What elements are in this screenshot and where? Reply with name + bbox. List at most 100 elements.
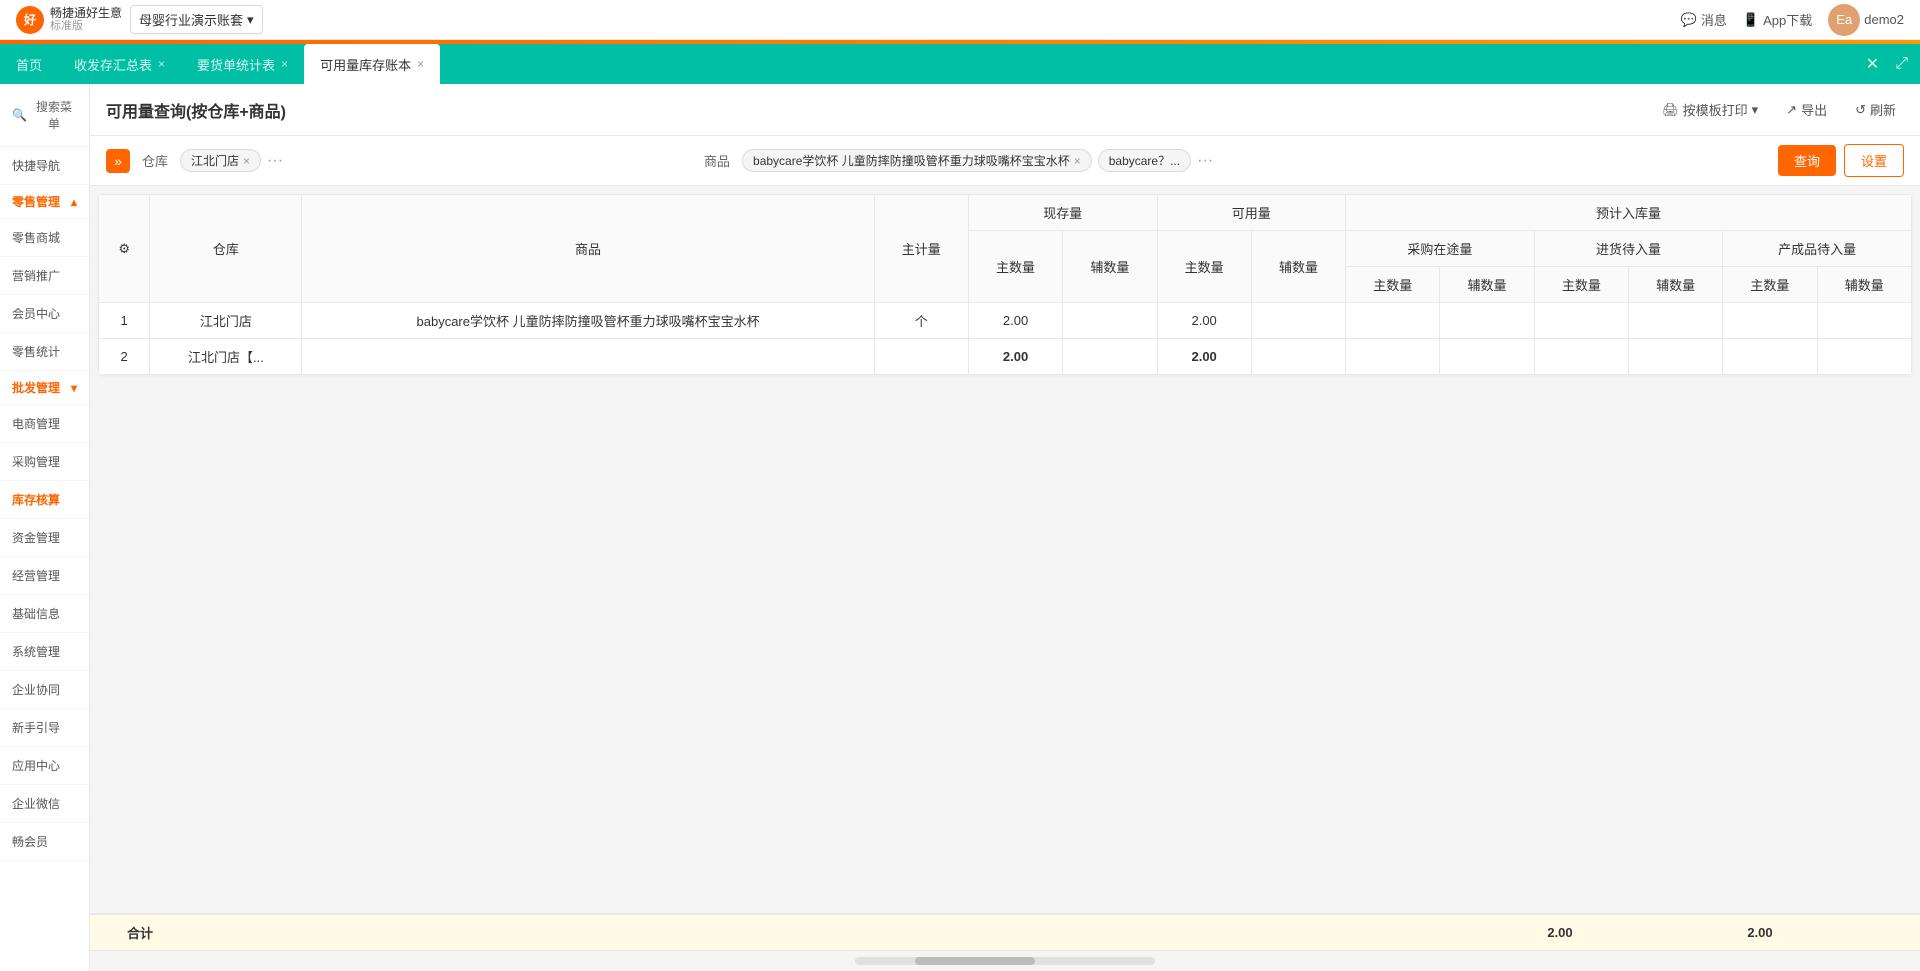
th-settings[interactable]: ⚙ <box>99 195 150 303</box>
row1-stock-aux <box>1063 303 1157 339</box>
filter-bar: » 仓库 江北门店 × ··· 商品 babycare学饮杯 儿童防摔防撞吸管杯… <box>90 136 1920 186</box>
row1-product: babycare学饮杯 儿童防摔防撞吸管杯重力球吸嘴杯宝宝水杯 <box>302 303 874 339</box>
avatar: Ea <box>1828 4 1860 36</box>
product-tag-2[interactable]: babycare？... <box>1098 149 1191 172</box>
product-tag-1[interactable]: babycare学饮杯 儿童防摔防撞吸管杯重力球吸嘴杯宝宝水杯 × <box>742 149 1092 172</box>
app-download-btn[interactable]: 📱 App下载 <box>1743 10 1812 29</box>
row2-incoming-aux <box>1628 339 1722 375</box>
sidebar-item-enterprise-wechat[interactable]: 企业微信 <box>0 785 89 823</box>
user-area[interactable]: Ea demo2 <box>1828 4 1904 36</box>
row2-production-aux <box>1817 339 1911 375</box>
tab-close-receive[interactable]: × <box>158 57 165 71</box>
th-purchase-aux: 辅数量 <box>1440 267 1534 303</box>
tab-available-qty[interactable]: 可用量库存账本 × <box>304 44 440 84</box>
product-filter-area: babycare学饮杯 儿童防摔防撞吸管杯重力球吸嘴杯宝宝水杯 × babyca… <box>742 149 1766 172</box>
tab-close-available[interactable]: × <box>417 57 424 71</box>
page-actions: 🖨 按模板打印 ▾ ↗ 导出 ↺ 刷新 <box>1654 96 1904 123</box>
top-header: 好 畅捷通好生意 标准版 母婴行业演示账套 ▾ 💬 消息 📱 App下载 Ea … <box>0 0 1920 40</box>
row2-product <box>302 339 874 375</box>
print-btn[interactable]: 🖨 按模板打印 ▾ <box>1654 96 1766 123</box>
row2-warehouse: 江北门店【... <box>150 339 302 375</box>
sidebar-item-new-guide[interactable]: 新手引导 <box>0 709 89 747</box>
export-btn[interactable]: ↗ 导出 <box>1778 96 1835 123</box>
row1-unit: 个 <box>874 303 968 339</box>
header-left: 好 畅捷通好生意 标准版 母婴行业演示账套 ▾ <box>16 5 263 34</box>
th-production-aux: 辅数量 <box>1817 267 1911 303</box>
row2-avail-main: 2.00 <box>1157 339 1251 375</box>
refresh-btn[interactable]: ↺ 刷新 <box>1847 96 1904 123</box>
scroll-area <box>90 951 1920 971</box>
tab-receive-summary[interactable]: 收发存汇总表 × <box>58 44 181 84</box>
remove-warehouse-tag[interactable]: × <box>243 154 250 168</box>
message-btn[interactable]: 💬 消息 <box>1681 10 1727 29</box>
row-num-1: 1 <box>99 303 150 339</box>
row2-unit <box>874 339 968 375</box>
logo-text: 畅捷通好生意 标准版 <box>50 6 122 34</box>
warehouse-label: 仓库 <box>142 151 168 170</box>
sidebar-item-marketing[interactable]: 营销推广 <box>0 257 89 295</box>
row1-production-aux <box>1817 303 1911 339</box>
th-purchase-main: 主数量 <box>1346 267 1440 303</box>
setting-btn[interactable]: 设置 <box>1844 144 1904 177</box>
tab-order-stats[interactable]: 要货单统计表 × <box>181 44 304 84</box>
sidebar-item-app-center[interactable]: 应用中心 <box>0 747 89 785</box>
message-icon: 💬 <box>1681 12 1697 28</box>
chevron-up-icon: ▴ <box>71 195 77 209</box>
row1-incoming-main <box>1534 303 1628 339</box>
chevron-down-icon: ▾ <box>247 12 254 28</box>
th-available-group: 可用量 <box>1157 195 1346 231</box>
settings-icon[interactable]: ⚙ <box>118 241 130 256</box>
row1-avail-main: 2.00 <box>1157 303 1251 339</box>
sidebar-item-enterprise-collab[interactable]: 企业协同 <box>0 671 89 709</box>
sidebar-item-ecommerce[interactable]: 电商管理 <box>0 405 89 443</box>
sidebar-item-finance[interactable]: 资金管理 <box>0 519 89 557</box>
sidebar-item-basic-info[interactable]: 基础信息 <box>0 595 89 633</box>
sidebar-item-system[interactable]: 系统管理 <box>0 633 89 671</box>
maximize-icon[interactable]: ⤢ <box>1891 51 1912 77</box>
tab-bar-right: ✕ ⤢ <box>1862 50 1920 78</box>
download-icon: 📱 <box>1743 12 1759 28</box>
tab-close-order[interactable]: × <box>281 57 288 71</box>
filter-actions: 查询 设置 <box>1778 144 1904 177</box>
sidebar-item-retail-stats[interactable]: 零售统计 <box>0 333 89 371</box>
sidebar-item-member[interactable]: 会员中心 <box>0 295 89 333</box>
footer-avail-main: 2.00 <box>1710 925 1810 940</box>
row1-incoming-aux <box>1628 303 1722 339</box>
sidebar-item-inventory[interactable]: 库存核算 <box>0 481 89 519</box>
scrollbar-thumb[interactable] <box>915 957 1035 965</box>
sidebar-search[interactable]: 🔍 搜索菜单 <box>0 84 89 147</box>
warehouse-tag[interactable]: 江北门店 × <box>180 149 261 172</box>
page-title: 可用量查询(按仓库+商品) <box>106 98 286 122</box>
warehouse-more[interactable]: ··· <box>267 152 283 170</box>
product-more[interactable]: ··· <box>1197 152 1213 170</box>
search-menu-btn[interactable]: 🔍 搜索菜单 <box>8 94 81 136</box>
th-stock-main: 主数量 <box>968 231 1062 303</box>
remove-product-tag-1[interactable]: × <box>1074 154 1081 168</box>
th-incoming-main: 主数量 <box>1534 267 1628 303</box>
sidebar-item-quick-nav[interactable]: 快捷导航 <box>0 147 89 185</box>
chevron-down-icon: ▾ <box>71 381 77 395</box>
expand-icon: » <box>114 153 122 169</box>
row2-avail-aux <box>1251 339 1345 375</box>
system-selector[interactable]: 母婴行业演示账套 ▾ <box>130 5 263 34</box>
export-icon: ↗ <box>1786 102 1797 118</box>
chevron-down-icon: ▾ <box>1752 102 1759 118</box>
sidebar-item-operations[interactable]: 经营管理 <box>0 557 89 595</box>
sidebar-item-wholesale-mgmt[interactable]: 批发管理 ▾ <box>0 371 89 405</box>
horizontal-scrollbar[interactable] <box>855 957 1155 965</box>
sidebar-item-retail-mall[interactable]: 零售商城 <box>0 219 89 257</box>
query-btn[interactable]: 查询 <box>1778 145 1836 176</box>
sidebar-item-purchase[interactable]: 采购管理 <box>0 443 89 481</box>
th-warehouse: 仓库 <box>150 195 302 303</box>
filter-expand-btn[interactable]: » <box>106 149 130 173</box>
sidebar-item-member-plus[interactable]: 畅会员 <box>0 823 89 861</box>
search-icon: 🔍 <box>12 108 27 122</box>
tab-home[interactable]: 首页 <box>0 44 58 84</box>
product-label: 商品 <box>704 151 730 170</box>
sidebar-item-retail-mgmt[interactable]: 零售管理 ▴ <box>0 185 89 219</box>
tab-bar: 首页 收发存汇总表 × 要货单统计表 × 可用量库存账本 × ✕ ⤢ <box>0 44 1920 84</box>
sidebar: 🔍 搜索菜单 快捷导航 零售管理 ▴ 零售商城 营销推广 会员中心 零售统计 批… <box>0 84 90 971</box>
th-main-unit: 主计量 <box>874 195 968 303</box>
th-incoming-aux: 辅数量 <box>1628 267 1722 303</box>
close-window-icon[interactable]: ✕ <box>1862 50 1883 78</box>
